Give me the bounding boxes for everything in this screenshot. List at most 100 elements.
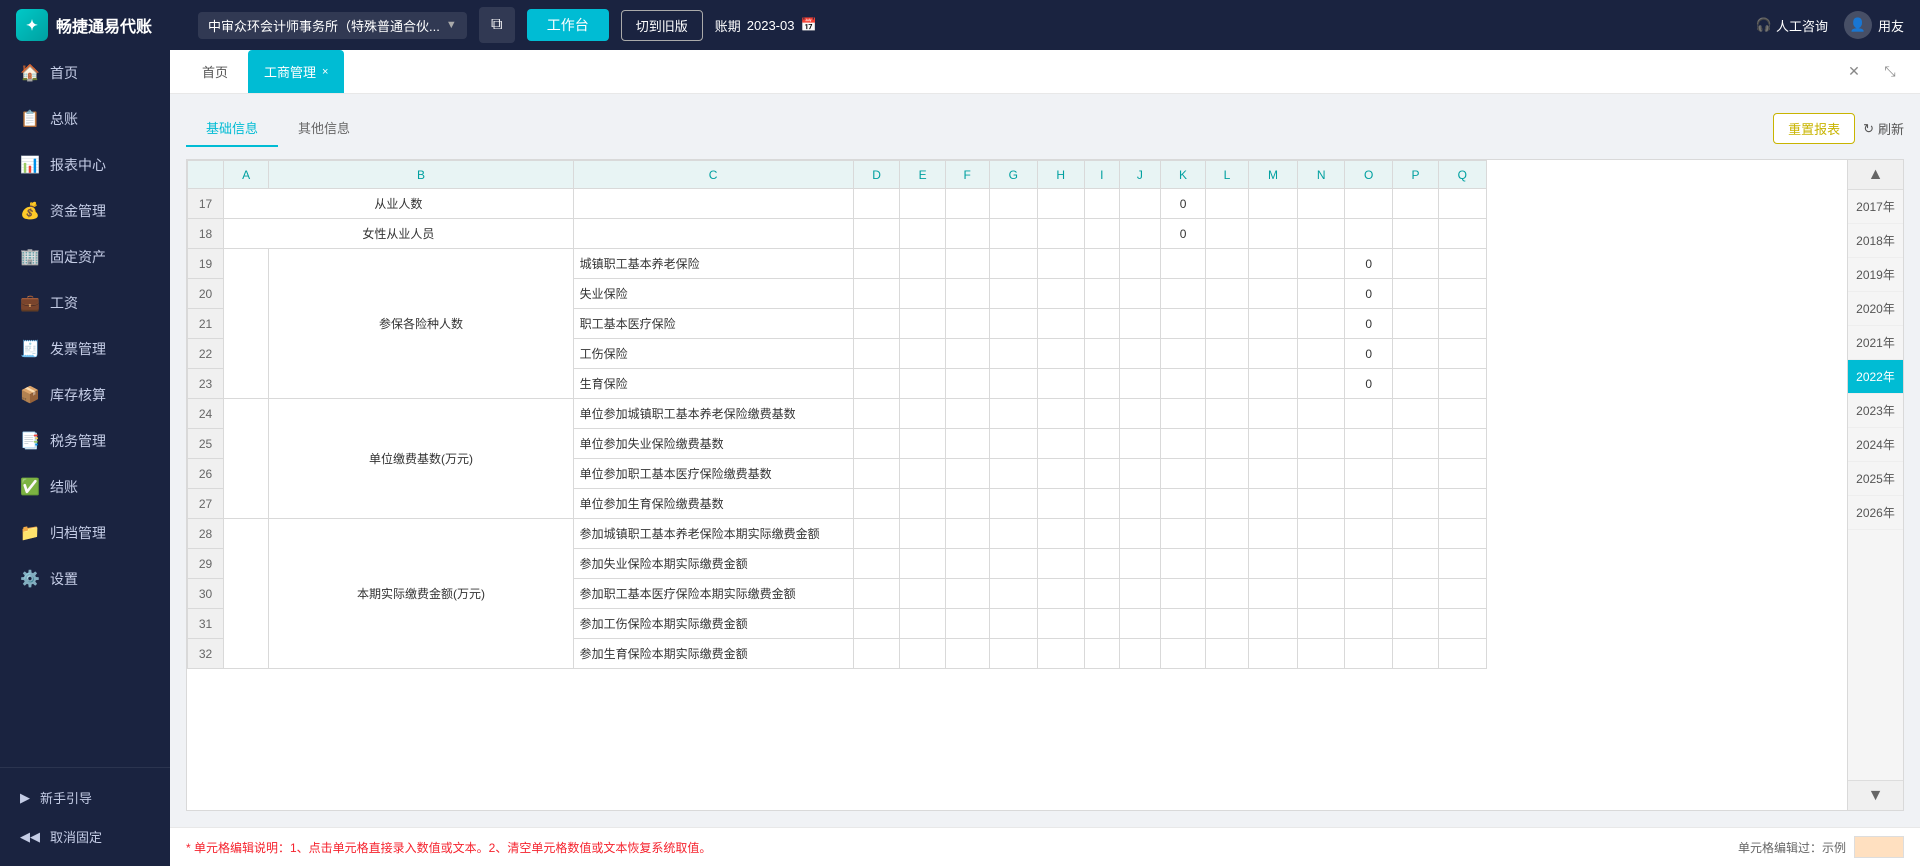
cell-31-g[interactable] [989, 609, 1037, 639]
cell-25-c[interactable]: 单位参加失业保险缴费基数 [573, 429, 853, 459]
cell-18-j[interactable] [1119, 219, 1160, 249]
cell-31-c[interactable]: 参加工伤保险本期实际缴费金额 [573, 609, 853, 639]
year-nav-down[interactable]: ▼ [1848, 780, 1903, 810]
cell-26-m[interactable] [1248, 459, 1298, 489]
cell-27-o[interactable] [1345, 489, 1393, 519]
cell-26-o[interactable] [1345, 459, 1393, 489]
cell-32-f[interactable] [945, 639, 989, 669]
cell-26-h[interactable] [1037, 459, 1084, 489]
cell-30-g[interactable] [989, 579, 1037, 609]
cell-32-m[interactable] [1248, 639, 1298, 669]
cell-30-q[interactable] [1438, 579, 1486, 609]
cell-32-j[interactable] [1119, 639, 1160, 669]
sidebar-item-unpin[interactable]: ◀◀ 取消固定 [0, 817, 170, 856]
cell-27-l[interactable] [1206, 489, 1248, 519]
cell-32-g[interactable] [989, 639, 1037, 669]
cell-28-l[interactable] [1206, 519, 1248, 549]
cell-20-q[interactable] [1438, 279, 1486, 309]
expand-button[interactable]: ⤡ [1876, 58, 1904, 86]
cell-26-p[interactable] [1393, 459, 1438, 489]
cell-17-d[interactable] [853, 189, 900, 219]
cell-19-o[interactable]: 0 [1345, 249, 1393, 279]
cell-29-g[interactable] [989, 549, 1037, 579]
cell-27-m[interactable] [1248, 489, 1298, 519]
user-button[interactable]: 👤 用友 [1844, 11, 1904, 39]
cell-24-m[interactable] [1248, 399, 1298, 429]
cell-29-d[interactable] [853, 549, 900, 579]
cell-30-o[interactable] [1345, 579, 1393, 609]
cell-17-n[interactable] [1298, 189, 1345, 219]
cell-30-h[interactable] [1037, 579, 1084, 609]
cell-30-m[interactable] [1248, 579, 1298, 609]
cell-18-a[interactable]: 女性从业人员 [224, 219, 574, 249]
sidebar-item-invoice[interactable]: 🧾 发票管理 [0, 326, 170, 372]
sidebar-item-reports[interactable]: 📊 报表中心 [0, 142, 170, 188]
cell-23-f[interactable] [945, 369, 989, 399]
cell-30-d[interactable] [853, 579, 900, 609]
year-nav-up[interactable]: ▲ [1848, 160, 1903, 190]
cell-21-g[interactable] [989, 309, 1037, 339]
cell-20-n[interactable] [1298, 279, 1345, 309]
grid-wrapper[interactable]: A B C D E F G H I J K L [187, 160, 1847, 810]
cell-23-j[interactable] [1119, 369, 1160, 399]
cell-19-p[interactable] [1393, 249, 1438, 279]
cell-31-f[interactable] [945, 609, 989, 639]
cell-29-m[interactable] [1248, 549, 1298, 579]
cell-21-i[interactable] [1084, 309, 1119, 339]
sidebar-item-closing[interactable]: ✅ 结账 [0, 464, 170, 510]
cell-20-g[interactable] [989, 279, 1037, 309]
cell-23-p[interactable] [1393, 369, 1438, 399]
cell-26-c[interactable]: 单位参加职工基本医疗保险缴费基数 [573, 459, 853, 489]
cell-25-h[interactable] [1037, 429, 1084, 459]
cell-32-i[interactable] [1084, 639, 1119, 669]
cell-32-n[interactable] [1298, 639, 1345, 669]
cell-22-m[interactable] [1248, 339, 1298, 369]
sidebar-item-payroll[interactable]: 💼 工资 [0, 280, 170, 326]
sidebar-item-settings[interactable]: ⚙️ 设置 [0, 556, 170, 602]
sidebar-item-tax[interactable]: 📑 税务管理 [0, 418, 170, 464]
sidebar-item-guide[interactable]: ▶ 新手引导 [0, 778, 170, 817]
cell-19-m[interactable] [1248, 249, 1298, 279]
cell-22-p[interactable] [1393, 339, 1438, 369]
year-item-2017[interactable]: 2017年 [1848, 190, 1903, 224]
cell-31-k[interactable] [1160, 609, 1205, 639]
cell-21-k[interactable] [1160, 309, 1205, 339]
cell-32-l[interactable] [1206, 639, 1248, 669]
cell-31-i[interactable] [1084, 609, 1119, 639]
cell-24-e[interactable] [900, 399, 945, 429]
cell-31-m[interactable] [1248, 609, 1298, 639]
cell-29-o[interactable] [1345, 549, 1393, 579]
year-item-2021[interactable]: 2021年 [1848, 326, 1903, 360]
cell-32-k[interactable] [1160, 639, 1205, 669]
cell-17-h[interactable] [1037, 189, 1084, 219]
cell-28-q[interactable] [1438, 519, 1486, 549]
cell-30-e[interactable] [900, 579, 945, 609]
tab-business[interactable]: 工商管理 × [248, 50, 344, 93]
cell-25-d[interactable] [853, 429, 900, 459]
cell-27-j[interactable] [1119, 489, 1160, 519]
cell-28-p[interactable] [1393, 519, 1438, 549]
cell-17-l[interactable] [1206, 189, 1248, 219]
cell-17-f[interactable] [945, 189, 989, 219]
cell-19-j[interactable] [1119, 249, 1160, 279]
cell-21-j[interactable] [1119, 309, 1160, 339]
cell-31-j[interactable] [1119, 609, 1160, 639]
cell-30-n[interactable] [1298, 579, 1345, 609]
cell-30-i[interactable] [1084, 579, 1119, 609]
cell-28-k[interactable] [1160, 519, 1205, 549]
cell-22-g[interactable] [989, 339, 1037, 369]
cell-24-d[interactable] [853, 399, 900, 429]
cell-20-d[interactable] [853, 279, 900, 309]
cell-22-d[interactable] [853, 339, 900, 369]
cell-24-p[interactable] [1393, 399, 1438, 429]
tab-basic-info[interactable]: 基础信息 [186, 110, 278, 147]
cell-29-p[interactable] [1393, 549, 1438, 579]
cell-22-c[interactable]: 工伤保险 [573, 339, 853, 369]
cell-25-f[interactable] [945, 429, 989, 459]
copy-icon[interactable]: ⧉ [479, 7, 515, 43]
cell-19-l[interactable] [1206, 249, 1248, 279]
cell-27-k[interactable] [1160, 489, 1205, 519]
cell-31-l[interactable] [1206, 609, 1248, 639]
cell-22-q[interactable] [1438, 339, 1486, 369]
cell-29-f[interactable] [945, 549, 989, 579]
